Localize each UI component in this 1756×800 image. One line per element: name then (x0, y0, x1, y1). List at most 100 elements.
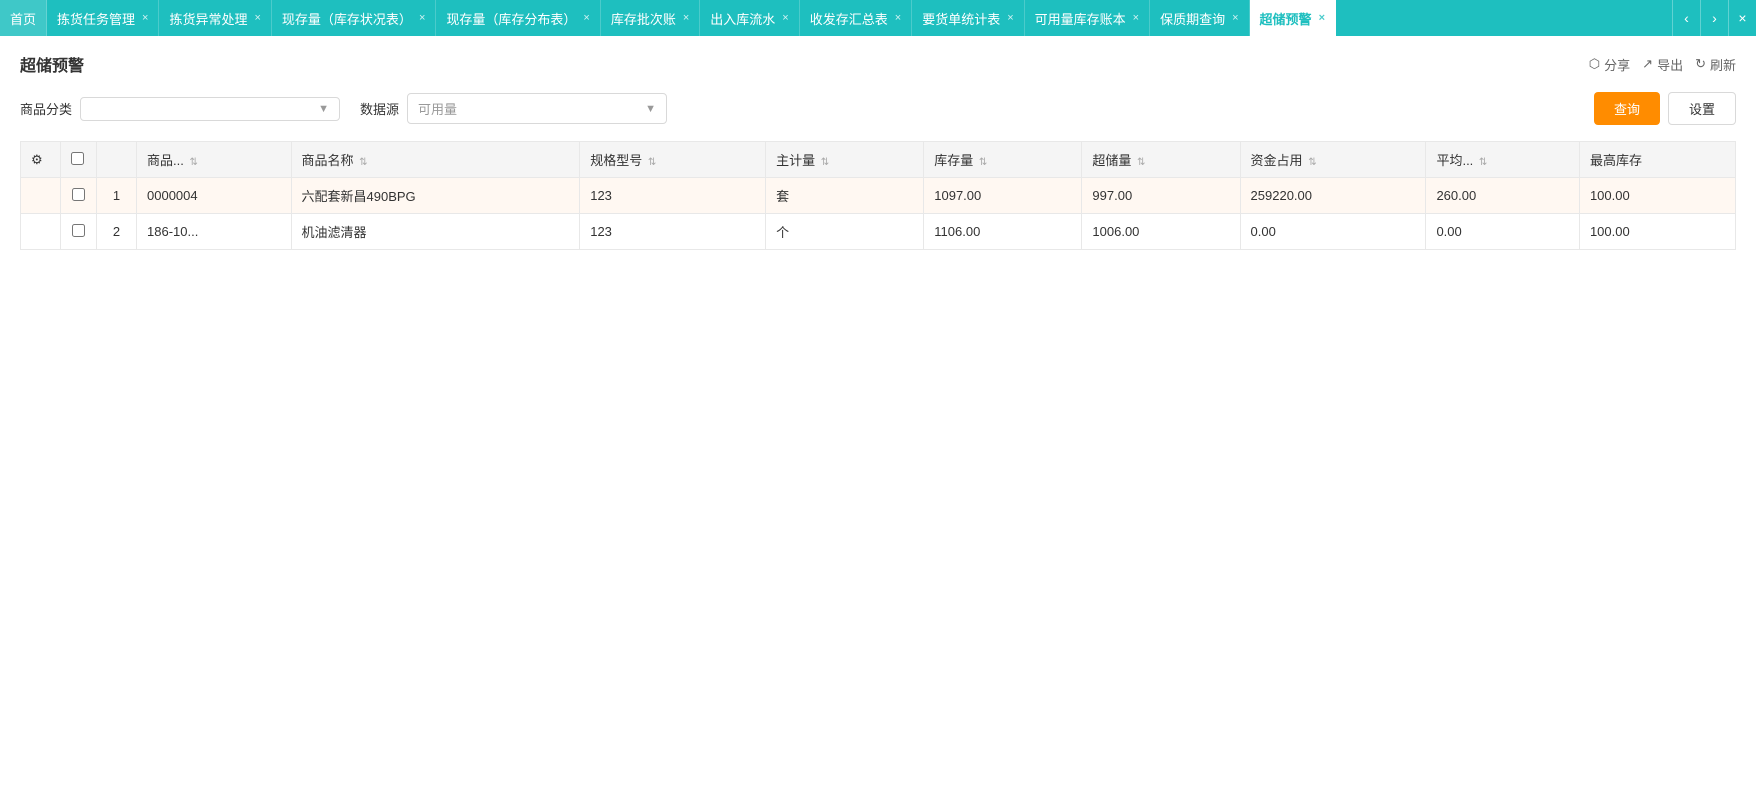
row-gear-0[interactable] (21, 178, 61, 214)
data-table: ⚙ 商品... ⇅ 商品名称 ⇅ 规格型号 ⇅ 主计量 (20, 141, 1736, 250)
category-select[interactable]: ▼ (80, 97, 340, 121)
nav-batch-account-label: 库存批次账 (611, 9, 676, 28)
nav-arrows: ‹ › × (1672, 0, 1756, 36)
col-unit-label: 主计量 (776, 153, 815, 168)
row-checkbox-0[interactable] (72, 188, 85, 201)
table-header-row: ⚙ 商品... ⇅ 商品名称 ⇅ 规格型号 ⇅ 主计量 (21, 142, 1736, 178)
col-product-code-sort[interactable]: ⇅ (189, 157, 197, 168)
page-content: 超储预警 ⬡ 分享 ↗ 导出 ↻ 刷新 商品分类 ▼ 数据源 (0, 36, 1756, 800)
col-capital-sort[interactable]: ⇅ (1308, 157, 1316, 168)
col-product-name[interactable]: 商品名称 ⇅ (291, 142, 580, 178)
col-unit[interactable]: 主计量 ⇅ (766, 142, 924, 178)
nav-collect-summary[interactable]: 收发存汇总表 × (800, 0, 912, 36)
row-unit-1: 个 (766, 214, 924, 250)
share-button[interactable]: ⬡ 分享 (1589, 55, 1630, 74)
nav-batch-account[interactable]: 库存批次账 × (601, 0, 700, 36)
nav-overstock-close[interactable]: × (1319, 12, 1325, 24)
row-num-0: 1 (97, 178, 137, 214)
nav-order-stats-close[interactable]: × (1007, 12, 1013, 24)
col-spec[interactable]: 规格型号 ⇅ (580, 142, 766, 178)
nav-collect-summary-label: 收发存汇总表 (810, 9, 888, 28)
nav-overstock[interactable]: 超储预警 × (1250, 0, 1336, 36)
row-stock-1: 1106.00 (924, 214, 1082, 250)
header-actions: ⬡ 分享 ↗ 导出 ↻ 刷新 (1589, 55, 1736, 74)
nav-quality-check-close[interactable]: × (1232, 12, 1238, 24)
row-spec-1: 123 (580, 214, 766, 250)
col-row-num (97, 142, 137, 178)
col-overstock[interactable]: 超储量 ⇅ (1082, 142, 1240, 178)
row-checkbox-cell-0 (61, 178, 97, 214)
col-spec-sort[interactable]: ⇅ (648, 157, 656, 168)
nav-home[interactable]: 首页 (0, 0, 47, 36)
nav-in-out-flow-close[interactable]: × (782, 12, 788, 24)
table-row[interactable]: 2 186-10... 机油滤清器 123 个 1106.00 1006.00 … (21, 214, 1736, 250)
page-header: 超储预警 ⬡ 分享 ↗ 导出 ↻ 刷新 (20, 52, 1736, 76)
col-stock[interactable]: 库存量 ⇅ (924, 142, 1082, 178)
nav-stock-status-label: 现存量（库存状况表） (282, 9, 412, 28)
nav-next-arrow[interactable]: › (1700, 0, 1728, 36)
nav-home-label: 首页 (10, 9, 36, 28)
col-average[interactable]: 平均... ⇅ (1426, 142, 1580, 178)
export-button[interactable]: ↗ 导出 (1642, 55, 1683, 74)
col-average-label: 平均... (1436, 153, 1473, 168)
col-capital-label: 资金占用 (1251, 153, 1303, 168)
nav-available-account-close[interactable]: × (1133, 12, 1139, 24)
settings-button[interactable]: 设置 (1668, 92, 1736, 125)
page-title: 超储预警 (20, 52, 84, 76)
col-gear[interactable]: ⚙ (21, 142, 61, 178)
datasource-select[interactable]: 可用量 ▼ (407, 93, 667, 124)
action-buttons: 查询 设置 (1594, 92, 1736, 125)
row-checkbox-1[interactable] (72, 224, 85, 237)
export-icon: ↗ (1642, 56, 1653, 72)
nav-task-mgmt-close[interactable]: × (142, 12, 148, 24)
nav-stock-status-close[interactable]: × (419, 12, 425, 24)
nav-in-out-flow[interactable]: 出入库流水 × (700, 0, 799, 36)
nav-stock-dist-close[interactable]: × (583, 12, 589, 24)
nav-close-all-arrow[interactable]: × (1728, 0, 1756, 36)
col-capital[interactable]: 资金占用 ⇅ (1240, 142, 1426, 178)
nav-exception[interactable]: 拣货异常处理 × (159, 0, 271, 36)
refresh-label: 刷新 (1710, 55, 1736, 74)
row-product-name-0: 六配套新昌490BPG (291, 178, 580, 214)
query-button[interactable]: 查询 (1594, 92, 1660, 125)
refresh-button[interactable]: ↻ 刷新 (1695, 55, 1736, 74)
row-product-code-0: 0000004 (137, 178, 292, 214)
datasource-filter: 数据源 可用量 ▼ (360, 93, 667, 124)
col-product-code[interactable]: 商品... ⇅ (137, 142, 292, 178)
col-max-stock[interactable]: 最高库存 (1579, 142, 1735, 178)
category-chevron-icon: ▼ (318, 103, 329, 115)
nav-overstock-label: 超储预警 (1260, 9, 1312, 28)
share-label: 分享 (1604, 55, 1630, 74)
row-gear-1[interactable] (21, 214, 61, 250)
row-num-1: 2 (97, 214, 137, 250)
nav-batch-account-close[interactable]: × (683, 12, 689, 24)
row-overstock-0: 997.00 (1082, 178, 1240, 214)
nav-task-mgmt[interactable]: 拣货任务管理 × (47, 0, 159, 36)
nav-task-mgmt-label: 拣货任务管理 (57, 9, 135, 28)
nav-order-stats[interactable]: 要货单统计表 × (912, 0, 1024, 36)
col-spec-label: 规格型号 (590, 153, 642, 168)
category-filter: 商品分类 ▼ (20, 97, 340, 121)
row-capital-0: 259220.00 (1240, 178, 1426, 214)
col-overstock-sort[interactable]: ⇅ (1137, 157, 1145, 168)
top-navigation: 首页 拣货任务管理 × 拣货异常处理 × 现存量（库存状况表） × 现存量（库存… (0, 0, 1756, 36)
row-overstock-1: 1006.00 (1082, 214, 1240, 250)
nav-prev-arrow[interactable]: ‹ (1672, 0, 1700, 36)
nav-collect-summary-close[interactable]: × (895, 12, 901, 24)
row-product-name-1: 机油滤清器 (291, 214, 580, 250)
col-average-sort[interactable]: ⇅ (1479, 157, 1487, 168)
col-product-name-sort[interactable]: ⇅ (359, 157, 367, 168)
nav-exception-close[interactable]: × (254, 12, 260, 24)
nav-stock-dist[interactable]: 现存量（库存分布表） × (436, 0, 600, 36)
nav-order-stats-label: 要货单统计表 (922, 9, 1000, 28)
nav-available-account[interactable]: 可用量库存账本 × (1025, 0, 1150, 36)
select-all-checkbox[interactable] (71, 152, 84, 165)
row-spec-0: 123 (580, 178, 766, 214)
nav-stock-status[interactable]: 现存量（库存状况表） × (272, 0, 436, 36)
nav-quality-check[interactable]: 保质期查询 × (1150, 0, 1249, 36)
col-overstock-label: 超储量 (1092, 153, 1131, 168)
row-average-1: 0.00 (1426, 214, 1580, 250)
col-stock-sort[interactable]: ⇅ (979, 157, 987, 168)
col-unit-sort[interactable]: ⇅ (821, 157, 829, 168)
table-row[interactable]: 1 0000004 六配套新昌490BPG 123 套 1097.00 997.… (21, 178, 1736, 214)
